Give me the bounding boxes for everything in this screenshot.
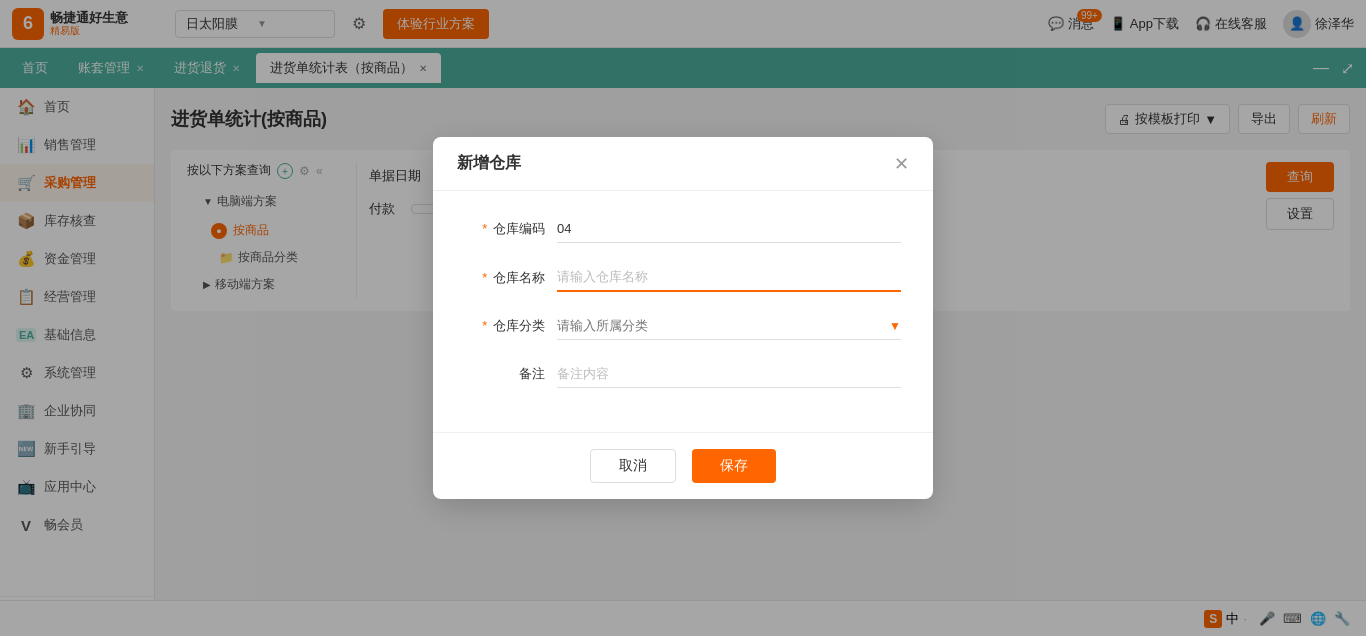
dialog-body: * 仓库编码 * 仓库名称 * 仓库分类 — [433, 191, 933, 432]
category-required: * — [482, 318, 487, 333]
cancel-button[interactable]: 取消 — [590, 449, 676, 483]
form-row-name: * 仓库名称 — [465, 263, 901, 292]
code-required: * — [482, 221, 487, 236]
form-row-code: * 仓库编码 — [465, 215, 901, 243]
code-input[interactable] — [557, 215, 901, 243]
remark-input[interactable] — [557, 360, 901, 388]
code-label: * 仓库编码 — [465, 220, 545, 238]
new-warehouse-dialog: 新增仓库 ✕ * 仓库编码 * 仓库名称 — [433, 137, 933, 499]
modal-overlay: 新增仓库 ✕ * 仓库编码 * 仓库名称 — [0, 0, 1366, 636]
dialog-header: 新增仓库 ✕ — [433, 137, 933, 191]
category-input[interactable] — [557, 318, 889, 333]
category-select[interactable]: ▼ — [557, 312, 901, 340]
form-row-remark: 备注 — [465, 360, 901, 388]
form-row-category: * 仓库分类 ▼ — [465, 312, 901, 340]
name-required: * — [482, 270, 487, 285]
name-label: * 仓库名称 — [465, 269, 545, 287]
name-input[interactable] — [557, 263, 901, 292]
category-label: * 仓库分类 — [465, 317, 545, 335]
dialog-title: 新增仓库 — [457, 153, 521, 174]
dialog-close-button[interactable]: ✕ — [894, 155, 909, 173]
save-button[interactable]: 保存 — [692, 449, 776, 483]
remark-label: 备注 — [465, 365, 545, 383]
category-dropdown-icon: ▼ — [889, 319, 901, 333]
dialog-footer: 取消 保存 — [433, 432, 933, 499]
